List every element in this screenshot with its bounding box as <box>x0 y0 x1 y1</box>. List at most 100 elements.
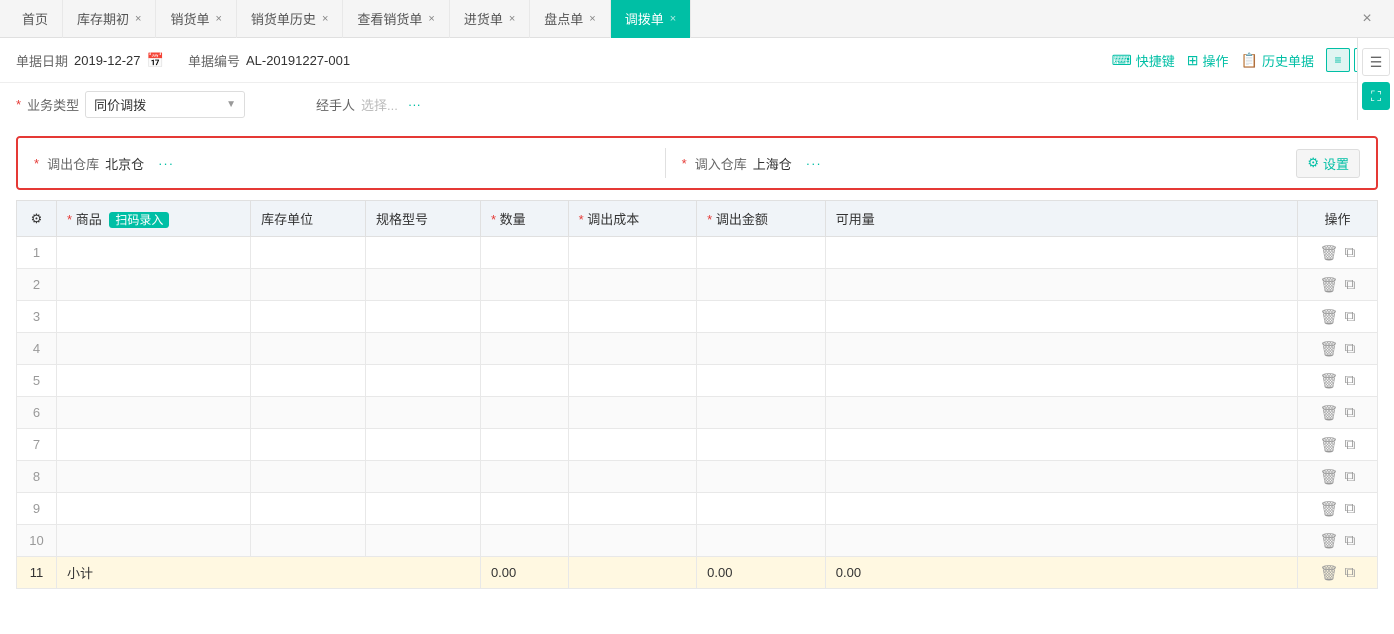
cost-cell[interactable] <box>568 365 697 397</box>
amount-cell[interactable] <box>697 365 826 397</box>
qty-cell[interactable] <box>480 493 568 525</box>
cost-cell[interactable] <box>568 301 697 333</box>
calendar-icon[interactable]: 📅 <box>147 52 164 69</box>
tab-close-sales-order[interactable]: × <box>215 13 221 25</box>
tab-purchase[interactable]: 进货单 × <box>450 0 530 38</box>
amount-cell[interactable] <box>697 525 826 557</box>
qty-cell[interactable] <box>480 269 568 301</box>
tab-home[interactable]: 首页 <box>8 0 63 38</box>
qty-cell[interactable] <box>480 461 568 493</box>
qty-cell[interactable] <box>480 237 568 269</box>
product-cell[interactable] <box>57 429 251 461</box>
qty-cell[interactable] <box>480 525 568 557</box>
operations-button[interactable]: ⊞ 操作 <box>1187 51 1229 70</box>
unit-cell[interactable] <box>251 269 366 301</box>
spec-cell[interactable] <box>366 237 481 269</box>
unit-cell[interactable] <box>251 461 366 493</box>
copy-icon[interactable]: ⧉ <box>1345 500 1356 517</box>
spec-cell[interactable] <box>366 333 481 365</box>
delete-icon[interactable]: 🗑 <box>1320 532 1339 550</box>
copy-icon[interactable]: ⧉ <box>1345 468 1356 485</box>
copy-icon[interactable]: ⧉ <box>1345 308 1356 325</box>
settings-button[interactable]: ⚙ 设置 <box>1296 149 1360 178</box>
delete-icon[interactable]: 🗑 <box>1320 500 1339 518</box>
qty-cell[interactable] <box>480 365 568 397</box>
qty-cell[interactable] <box>480 301 568 333</box>
tab-close-stock-init[interactable]: × <box>135 13 141 25</box>
list-view-toggle[interactable]: ≡ <box>1326 48 1350 72</box>
copy-icon[interactable]: ⧉ <box>1345 276 1356 293</box>
cost-cell[interactable] <box>568 429 697 461</box>
product-cell[interactable] <box>57 461 251 493</box>
delete-icon[interactable]: 🗑 <box>1320 468 1339 486</box>
spec-cell[interactable] <box>366 365 481 397</box>
tab-inventory[interactable]: 盘点单 × <box>530 0 610 38</box>
product-cell[interactable] <box>57 301 251 333</box>
unit-cell[interactable] <box>251 301 366 333</box>
copy-icon[interactable]: ⧉ <box>1345 372 1356 389</box>
unit-cell[interactable] <box>251 397 366 429</box>
cost-cell[interactable] <box>568 493 697 525</box>
delete-icon[interactable]: 🗑 <box>1320 340 1339 358</box>
copy-icon[interactable]: ⧉ <box>1345 436 1356 453</box>
cost-cell[interactable] <box>568 333 697 365</box>
tab-close-transfer[interactable]: × <box>670 13 676 25</box>
spec-cell[interactable] <box>366 493 481 525</box>
spec-cell[interactable] <box>366 429 481 461</box>
in-warehouse-dots-button[interactable]: ··· <box>806 156 822 171</box>
shortcuts-button[interactable]: ⌨ 快捷键 <box>1112 51 1175 70</box>
copy-icon[interactable]: ⧉ <box>1345 564 1356 581</box>
window-close-button[interactable]: × <box>1348 0 1386 38</box>
tab-sales-history[interactable]: 销货单历史 × <box>237 0 343 38</box>
qty-cell[interactable] <box>480 333 568 365</box>
delete-icon[interactable]: 🗑 <box>1320 436 1339 454</box>
tab-sales-order[interactable]: 销货单 × <box>156 0 236 38</box>
business-type-select[interactable]: 同价调拨 ▼ <box>85 91 245 118</box>
copy-icon[interactable]: ⧉ <box>1345 532 1356 549</box>
product-cell[interactable] <box>57 397 251 429</box>
cost-cell[interactable] <box>568 461 697 493</box>
spec-cell[interactable] <box>366 301 481 333</box>
qty-cell[interactable] <box>480 397 568 429</box>
amount-cell[interactable] <box>697 493 826 525</box>
tab-close-sales-history[interactable]: × <box>322 13 328 25</box>
col-gear[interactable]: ⚙ <box>17 201 57 237</box>
amount-cell[interactable] <box>697 237 826 269</box>
amount-cell[interactable] <box>697 333 826 365</box>
product-cell[interactable] <box>57 365 251 397</box>
spec-cell[interactable] <box>366 461 481 493</box>
unit-cell[interactable] <box>251 525 366 557</box>
product-cell[interactable] <box>57 493 251 525</box>
out-warehouse-dots-button[interactable]: ··· <box>158 156 174 171</box>
scan-button[interactable]: 扫码录入 <box>109 212 169 228</box>
manager-select[interactable]: 选择... <box>361 95 398 114</box>
history-button[interactable]: 📋 历史单据 <box>1241 51 1314 70</box>
manager-dots-button[interactable]: ··· <box>408 97 421 112</box>
copy-icon[interactable]: ⧉ <box>1345 404 1356 421</box>
delete-icon[interactable]: 🗑 <box>1320 404 1339 422</box>
delete-icon[interactable]: 🗑 <box>1320 276 1339 294</box>
amount-cell[interactable] <box>697 269 826 301</box>
tab-stock-init[interactable]: 库存期初 × <box>63 0 156 38</box>
tab-close-purchase[interactable]: × <box>509 13 515 25</box>
spec-cell[interactable] <box>366 269 481 301</box>
spec-cell[interactable] <box>366 525 481 557</box>
amount-cell[interactable] <box>697 429 826 461</box>
sidebar-list-icon[interactable]: ☰ <box>1362 48 1390 76</box>
unit-cell[interactable] <box>251 429 366 461</box>
tab-view-sales[interactable]: 查看销货单 × <box>343 0 449 38</box>
tab-transfer[interactable]: 调拨单 × <box>611 0 691 38</box>
cost-cell[interactable] <box>568 525 697 557</box>
cost-cell[interactable] <box>568 397 697 429</box>
unit-cell[interactable] <box>251 365 366 397</box>
product-cell[interactable] <box>57 269 251 301</box>
tab-close-view-sales[interactable]: × <box>428 13 434 25</box>
cost-cell[interactable] <box>568 237 697 269</box>
amount-cell[interactable] <box>697 301 826 333</box>
delete-icon[interactable]: 🗑 <box>1320 244 1339 262</box>
sidebar-expand-icon[interactable]: ⛶ <box>1362 82 1390 110</box>
product-cell[interactable] <box>57 525 251 557</box>
spec-cell[interactable] <box>366 397 481 429</box>
delete-icon[interactable]: 🗑 <box>1320 372 1339 390</box>
amount-cell[interactable] <box>697 461 826 493</box>
